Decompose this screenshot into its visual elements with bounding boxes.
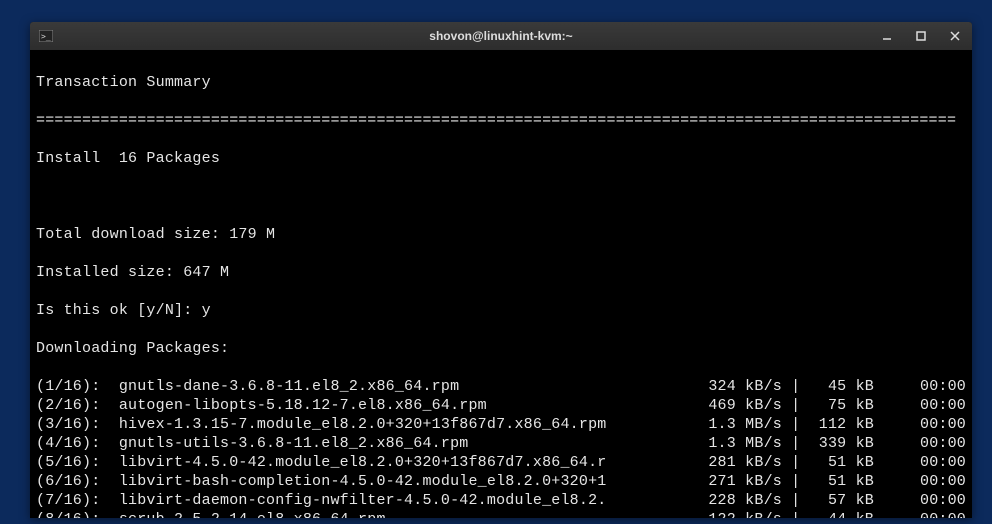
window-title: shovon@linuxhint-kvm:~ xyxy=(429,29,572,43)
download-row: (8/16): scrub-2.5.2-14.el8.x86_64.rpm 12… xyxy=(36,510,966,518)
install-count: Install 16 Packages xyxy=(36,149,966,168)
downloading-header: Downloading Packages: xyxy=(36,339,966,358)
download-list: (1/16): gnutls-dane-3.6.8-11.el8_2.x86_6… xyxy=(36,377,966,518)
maximize-button[interactable] xyxy=(904,22,938,50)
download-row: (2/16): autogen-libopts-5.18.12-7.el8.x8… xyxy=(36,396,966,415)
confirm-prompt: Is this ok [y/N]: y xyxy=(36,301,966,320)
maximize-icon xyxy=(916,31,926,41)
separator: ========================================… xyxy=(36,111,966,130)
minimize-icon xyxy=(882,31,892,41)
close-button[interactable] xyxy=(938,22,972,50)
summary-header: Transaction Summary xyxy=(36,73,966,92)
window-controls xyxy=(870,22,972,50)
terminal-icon: >_ xyxy=(38,29,54,43)
terminal-window: >_ shovon@linuxhint-kvm:~ Transaction Su… xyxy=(30,22,972,518)
download-row: (7/16): libvirt-daemon-config-nwfilter-4… xyxy=(36,491,966,510)
close-icon xyxy=(950,31,960,41)
download-row: (1/16): gnutls-dane-3.6.8-11.el8_2.x86_6… xyxy=(36,377,966,396)
download-row: (3/16): hivex-1.3.15-7.module_el8.2.0+32… xyxy=(36,415,966,434)
installed-size: Installed size: 647 M xyxy=(36,263,966,282)
minimize-button[interactable] xyxy=(870,22,904,50)
blank-line xyxy=(36,187,966,206)
titlebar[interactable]: >_ shovon@linuxhint-kvm:~ xyxy=(30,22,972,50)
terminal-output[interactable]: Transaction Summary ====================… xyxy=(30,50,972,518)
download-row: (6/16): libvirt-bash-completion-4.5.0-42… xyxy=(36,472,966,491)
svg-text:>_: >_ xyxy=(41,32,51,41)
download-row: (4/16): gnutls-utils-3.6.8-11.el8_2.x86_… xyxy=(36,434,966,453)
download-row: (5/16): libvirt-4.5.0-42.module_el8.2.0+… xyxy=(36,453,966,472)
download-size: Total download size: 179 M xyxy=(36,225,966,244)
